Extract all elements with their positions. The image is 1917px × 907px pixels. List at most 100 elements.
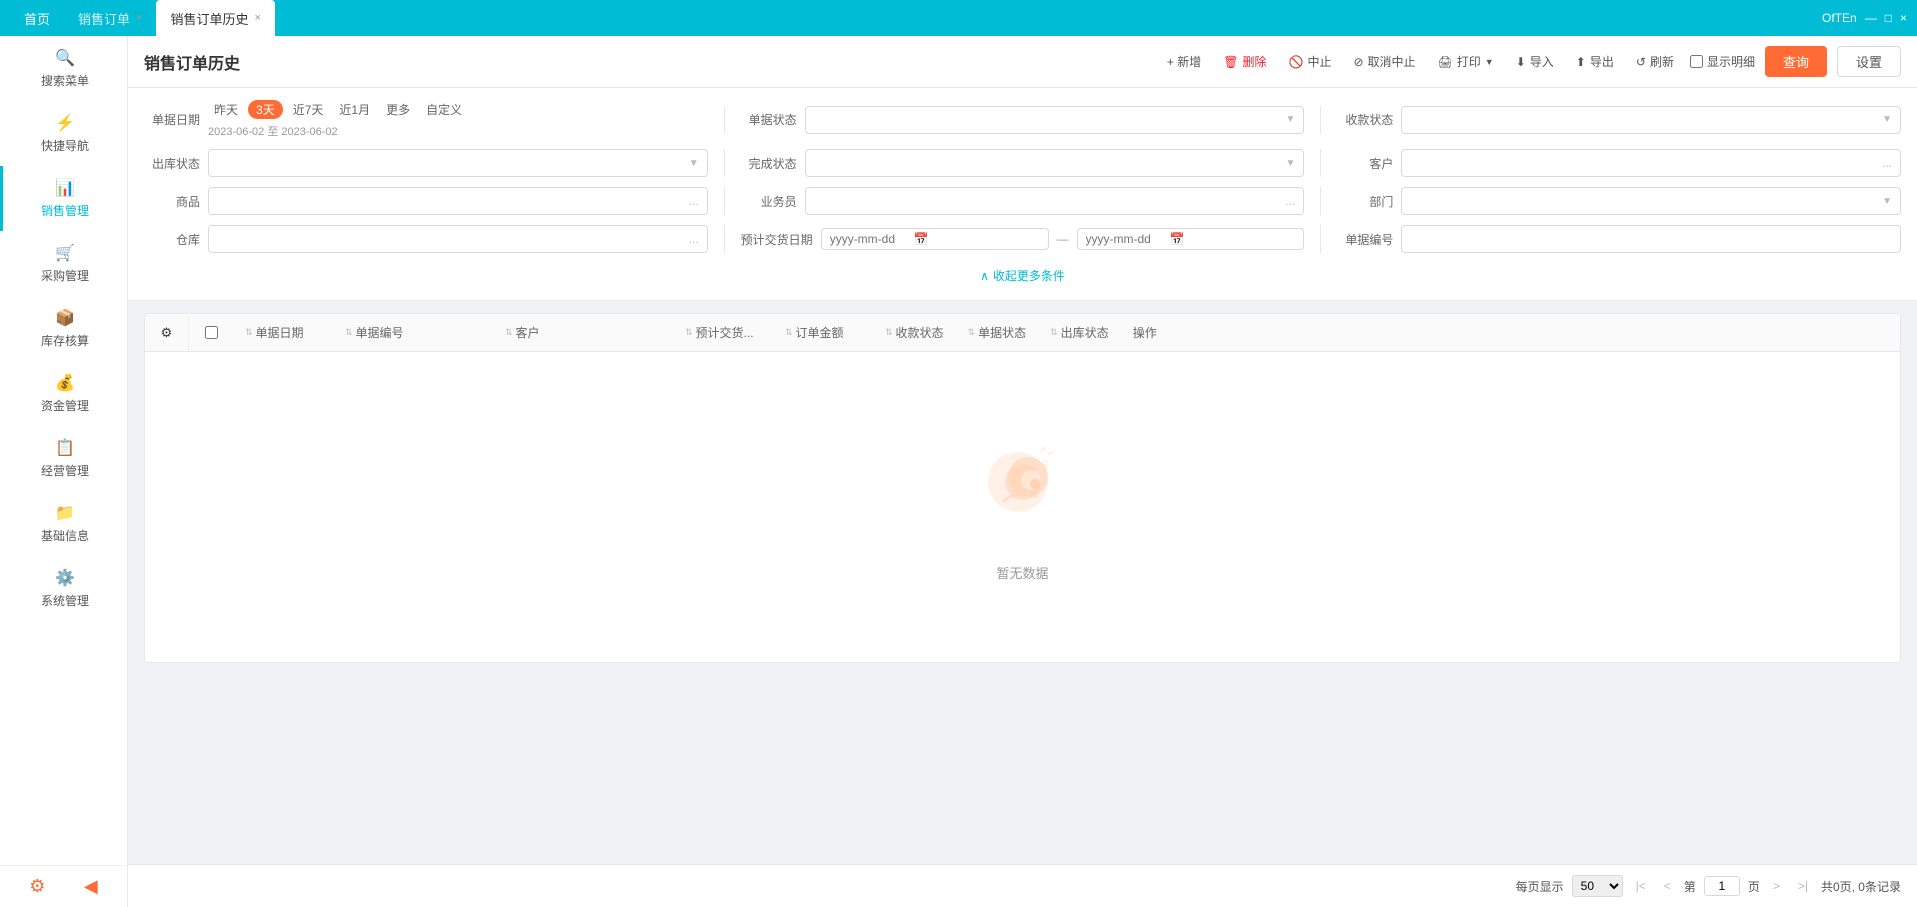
filter-divider-7 — [724, 225, 725, 253]
date-custom[interactable]: 自定义 — [420, 100, 468, 119]
col-check[interactable] — [189, 316, 233, 349]
col-header-delivery[interactable]: ⇅ 预计交货... — [673, 314, 773, 351]
col-no-label: 单据编号 — [356, 324, 404, 341]
page-prev-btn[interactable]: < — [1659, 877, 1676, 895]
sidebar-item-search-menu[interactable]: 🔍 搜索菜单 — [0, 36, 127, 101]
sidebar-item-base-info[interactable]: 📁 基础信息 — [0, 491, 127, 556]
new-label: + 新增 — [1167, 53, 1201, 70]
settings-col-icon[interactable]: ⚙ — [161, 325, 173, 341]
col-header-out-status[interactable]: ⇅ 出库状态 — [1038, 314, 1121, 351]
sort-icon-amount: ⇅ — [785, 327, 793, 338]
sidebar-item-sales-mgmt[interactable]: 📊 销售管理 — [0, 166, 127, 231]
page-first-btn[interactable]: |< — [1631, 877, 1651, 895]
page-number-input[interactable]: 1 — [1704, 876, 1740, 896]
display-detail-checkbox-wrap[interactable]: 显示明细 — [1690, 53, 1755, 70]
filter-dept: 部门 ▼ — [1337, 187, 1901, 215]
stop-icon: 🚫 — [1289, 55, 1304, 69]
filter-divider-2 — [1320, 106, 1321, 134]
sidebar-item-operations[interactable]: 📋 经营管理 — [0, 426, 127, 491]
warehouse-dots: ... — [689, 232, 699, 246]
window-minimize[interactable]: — — [1865, 11, 1877, 25]
sidebar-item-finance[interactable]: 💰 资金管理 — [0, 361, 127, 426]
pagination: 每页显示 50 10 20 100 |< < 第 1 页 > >| 共0页, 0… — [128, 864, 1917, 907]
calendar-to-icon[interactable]: 📅 — [1170, 232, 1185, 246]
tab-sales-order-history-close[interactable]: × — [254, 12, 260, 24]
stop-button[interactable]: 🚫 中止 — [1283, 49, 1338, 74]
sidebar-item-quick-nav[interactable]: ⚡ 快捷导航 — [0, 101, 127, 166]
tab-sales-order-close[interactable]: × — [136, 12, 142, 24]
refresh-button[interactable]: ↺ 刷新 — [1630, 49, 1680, 74]
select-all-checkbox[interactable] — [205, 326, 218, 339]
export-button[interactable]: ⬆ 导出 — [1570, 49, 1620, 74]
out-status-select[interactable]: ▼ — [208, 149, 708, 177]
date-7days[interactable]: 近7天 — [287, 100, 330, 119]
goods-input[interactable]: ... — [208, 187, 708, 215]
col-settings[interactable]: ⚙ — [145, 315, 189, 351]
salesman-input[interactable]: ... — [805, 187, 1305, 215]
date-more[interactable]: 更多 — [380, 100, 416, 119]
goto-label: 第 — [1684, 878, 1696, 895]
quick-nav-icon: ⚡ — [55, 113, 75, 133]
sidebar-item-purchase-mgmt[interactable]: 🛒 采购管理 — [0, 231, 127, 296]
warehouse-input[interactable]: ... — [208, 225, 708, 253]
page-size-select[interactable]: 50 10 20 100 — [1572, 875, 1623, 897]
sidebar-collapse-icon[interactable]: ◀ — [84, 876, 98, 897]
tab-sales-order-label: 销售订单 — [78, 9, 130, 28]
filter-out-status: 出库状态 ▼ — [144, 149, 708, 177]
date-1month[interactable]: 近1月 — [333, 100, 376, 119]
page-label: 页 — [1748, 878, 1760, 895]
filter-delivery-date-label: 预计交货日期 — [741, 231, 813, 248]
collapse-button[interactable]: ∧ 收起更多条件 — [144, 263, 1901, 288]
window-close[interactable]: × — [1900, 11, 1907, 25]
delivery-date-from-wrap[interactable]: 📅 — [821, 228, 1049, 250]
window-maximize[interactable]: □ — [1885, 11, 1892, 25]
filter-bill-date: 单据日期 昨天 3天 近7天 近1月 更多 自定义 2023-06-02 至 2… — [144, 100, 708, 139]
col-header-bill-no[interactable]: ⇅ 单据编号 — [333, 314, 493, 351]
filter-pay-status-label: 收款状态 — [1337, 111, 1393, 128]
page-next-btn[interactable]: > — [1768, 877, 1785, 895]
settings-button[interactable]: 设置 — [1837, 46, 1901, 77]
sort-icon-customer: ⇅ — [505, 327, 513, 338]
stop-label: 中止 — [1307, 53, 1331, 70]
new-button[interactable]: + 新增 — [1161, 49, 1207, 74]
date-yesterday[interactable]: 昨天 — [208, 100, 244, 119]
date-3days[interactable]: 3天 — [248, 100, 283, 119]
sidebar-item-sys-mgmt[interactable]: ⚙️ 系统管理 — [0, 556, 127, 621]
col-header-bill-date[interactable]: ⇅ 单据日期 — [233, 314, 333, 351]
calendar-from-icon[interactable]: 📅 — [914, 232, 929, 246]
sort-icon-delivery: ⇅ — [685, 327, 693, 338]
col-header-pay-status[interactable]: ⇅ 收款状态 — [873, 314, 956, 351]
tab-sales-order[interactable]: 销售订单 × — [64, 0, 156, 36]
export-label: 导出 — [1590, 53, 1614, 70]
delivery-date-from-input[interactable] — [830, 232, 910, 246]
delete-button[interactable]: 🗑 删除 — [1217, 49, 1272, 74]
display-detail-checkbox[interactable] — [1690, 55, 1703, 68]
cancel-stop-button[interactable]: ⊘ 取消中止 — [1347, 49, 1421, 74]
filter-area: 单据日期 昨天 3天 近7天 近1月 更多 自定义 2023-06-02 至 2… — [128, 88, 1917, 301]
tab-sales-order-history[interactable]: 销售订单历史 × — [156, 0, 274, 36]
sidebar-settings-icon[interactable]: ⚙ — [29, 876, 45, 897]
print-button[interactable]: 🖨 打印 ▼ — [1432, 49, 1500, 74]
page-last-btn[interactable]: >| — [1793, 877, 1813, 895]
tab-home[interactable]: 首页 — [10, 0, 64, 36]
bill-no-input[interactable] — [1401, 225, 1901, 253]
col-header-customer[interactable]: ⇅ 客户 — [493, 314, 673, 351]
delivery-date-to-input[interactable] — [1086, 232, 1166, 246]
sidebar-item-inventory[interactable]: 📦 库存核算 — [0, 296, 127, 361]
import-button[interactable]: ⬇ 导入 — [1510, 49, 1560, 74]
col-header-bill-status[interactable]: ⇅ 单据状态 — [956, 314, 1039, 351]
bill-status-select[interactable]: ▼ — [805, 106, 1305, 134]
dept-select[interactable]: ▼ — [1401, 187, 1901, 215]
col-header-amount[interactable]: ⇅ 订单金额 — [773, 314, 873, 351]
export-icon: ⬆ — [1576, 55, 1586, 69]
display-detail-label: 显示明细 — [1707, 53, 1755, 70]
sidebar-item-sales-mgmt-label: 销售管理 — [41, 202, 89, 219]
customer-input[interactable]: ... — [1401, 149, 1901, 177]
sidebar-item-search-menu-label: 搜索菜单 — [41, 72, 89, 89]
date-dash: — — [1057, 232, 1069, 246]
complete-status-select[interactable]: ▼ — [805, 149, 1305, 177]
query-button[interactable]: 查询 — [1765, 46, 1827, 77]
filter-row-2: 出库状态 ▼ 完成状态 ▼ 客户 — [144, 149, 1901, 177]
pay-status-select[interactable]: ▼ — [1401, 106, 1901, 134]
delivery-date-to-wrap[interactable]: 📅 — [1077, 228, 1305, 250]
